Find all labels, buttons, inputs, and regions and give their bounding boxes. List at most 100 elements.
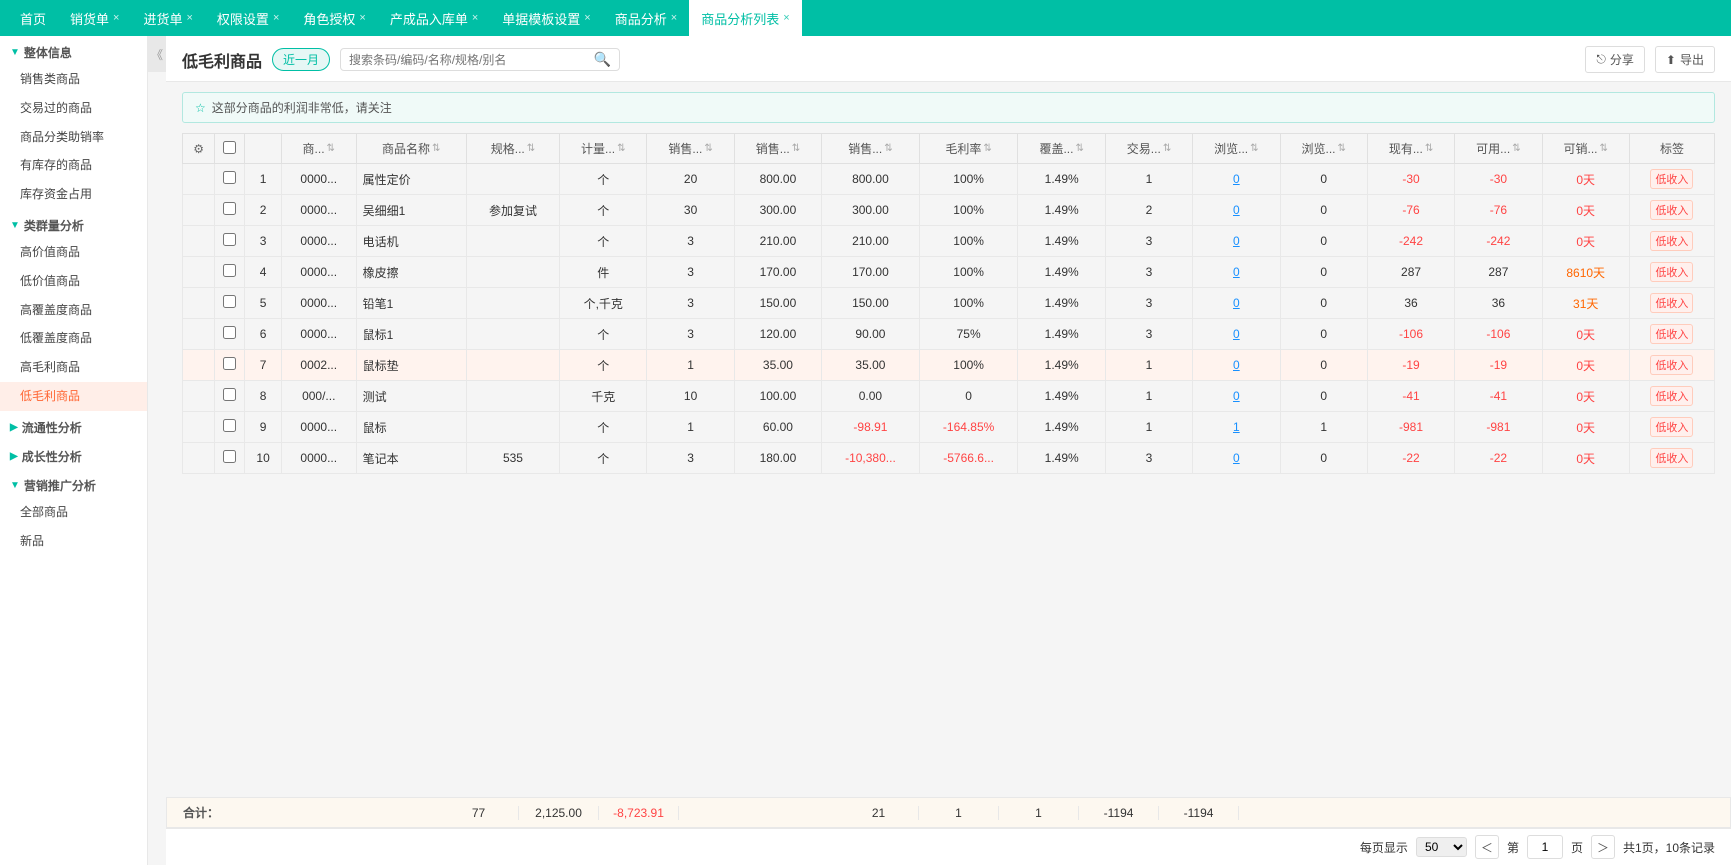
close-icon[interactable]: × (359, 12, 365, 24)
per-page-select[interactable]: 50 100 200 (1416, 837, 1467, 857)
share-button[interactable]: ⎋ 分享 (1585, 46, 1645, 73)
nav-product-analysis[interactable]: 商品分析× (603, 0, 689, 36)
sidebar-item-low-value[interactable]: 低价值商品 (0, 267, 147, 296)
nav-purchase-order[interactable]: 进货单× (131, 0, 204, 36)
next-page-button[interactable]: ＞ (1591, 835, 1615, 859)
export-button[interactable]: ⬆ 导出 (1655, 46, 1715, 73)
th-browse2[interactable]: 浏览...⇅ (1280, 134, 1367, 164)
th-unit[interactable]: 计量...⇅ (560, 134, 647, 164)
row-browse1[interactable]: 0 (1193, 195, 1280, 226)
sidebar-item-stock-goods[interactable]: 有库存的商品 (0, 151, 147, 180)
select-all-checkbox[interactable] (223, 141, 236, 154)
th-available[interactable]: 可用...⇅ (1455, 134, 1542, 164)
row-browse1[interactable]: 0 (1193, 164, 1280, 195)
nav-permission[interactable]: 权限设置× (205, 0, 291, 36)
sidebar-item-high-profit[interactable]: 高毛利商品 (0, 353, 147, 382)
th-sales-gross[interactable]: 销售...⇅ (822, 134, 920, 164)
th-trade-count[interactable]: 交易...⇅ (1105, 134, 1192, 164)
row-checkbox[interactable] (215, 164, 245, 195)
th-gross-rate[interactable]: 毛利率⇅ (919, 134, 1018, 164)
th-browse1[interactable]: 浏览...⇅ (1193, 134, 1280, 164)
sidebar-item-sales-goods[interactable]: 销售类商品 (0, 65, 147, 94)
close-icon[interactable]: × (671, 12, 677, 24)
row-checkbox[interactable] (215, 288, 245, 319)
sidebar-item-all-goods[interactable]: 全部商品 (0, 498, 147, 527)
sidebar-section-growth[interactable]: ▶ 成长性分析 (0, 440, 147, 469)
row-unit: 个 (560, 226, 647, 257)
row-checkbox-input[interactable] (223, 357, 236, 370)
filter-recent-month-button[interactable]: 近一月 (272, 48, 330, 71)
row-checkbox[interactable] (215, 350, 245, 381)
row-browse1[interactable]: 0 (1193, 288, 1280, 319)
row-checkbox[interactable] (215, 381, 245, 412)
search-icon[interactable]: 🔍 (594, 51, 611, 68)
row-checkbox[interactable] (215, 257, 245, 288)
th-current-stock[interactable]: 现有...⇅ (1367, 134, 1454, 164)
row-checkbox[interactable] (215, 412, 245, 443)
close-icon[interactable]: × (783, 12, 789, 24)
th-code[interactable]: 商...⇅ (281, 134, 356, 164)
sidebar-item-stock-capital[interactable]: 库存资金占用 (0, 180, 147, 209)
th-checkbox[interactable] (215, 134, 245, 164)
sidebar-item-low-profit[interactable]: 低毛利商品 (0, 382, 147, 411)
row-browse1[interactable]: 1 (1193, 412, 1280, 443)
nav-home[interactable]: 首页 (8, 0, 58, 36)
nav-finished-goods[interactable]: 产成品入库单× (378, 0, 490, 36)
sidebar-item-high-value[interactable]: 高价值商品 (0, 238, 147, 267)
close-icon[interactable]: × (273, 12, 279, 24)
nav-role-auth[interactable]: 角色授权× (291, 0, 377, 36)
th-settings[interactable]: ⚙ (183, 134, 215, 164)
sidebar-item-high-coverage[interactable]: 高覆盖度商品 (0, 296, 147, 325)
th-spec[interactable]: 规格...⇅ (466, 134, 559, 164)
close-icon[interactable]: × (472, 12, 478, 24)
th-seq (245, 134, 282, 164)
sidebar-section-overall[interactable]: ▼ 整体信息 (0, 36, 147, 65)
row-checkbox-input[interactable] (223, 264, 236, 277)
row-checkbox-input[interactable] (223, 419, 236, 432)
close-icon[interactable]: × (186, 12, 192, 24)
page-number-input[interactable] (1527, 835, 1563, 859)
row-unit: 件 (560, 257, 647, 288)
row-checkbox[interactable] (215, 443, 245, 474)
row-checkbox-input[interactable] (223, 326, 236, 339)
row-checkbox[interactable] (215, 226, 245, 257)
sidebar-item-category-sales-rate[interactable]: 商品分类助销率 (0, 123, 147, 152)
row-checkbox-input[interactable] (223, 295, 236, 308)
sidebar-item-traded-goods[interactable]: 交易过的商品 (0, 94, 147, 123)
row-num: 8 (245, 381, 282, 412)
sidebar-item-new-goods[interactable]: 新品 (0, 527, 147, 556)
row-browse1[interactable]: 0 (1193, 381, 1280, 412)
th-cover-rate[interactable]: 覆盖...⇅ (1018, 134, 1105, 164)
row-checkbox-input[interactable] (223, 450, 236, 463)
row-browse1[interactable]: 0 (1193, 319, 1280, 350)
nav-product-analysis-list[interactable]: 商品分析列表× (689, 0, 801, 36)
row-checkbox-input[interactable] (223, 171, 236, 184)
close-icon[interactable]: × (113, 12, 119, 24)
collapse-sidebar-button[interactable]: 《 (148, 36, 166, 72)
prev-page-button[interactable]: ＜ (1475, 835, 1499, 859)
nav-sales-order[interactable]: 销货单× (58, 0, 131, 36)
row-checkbox-input[interactable] (223, 233, 236, 246)
th-sales-qty[interactable]: 销售...⇅ (647, 134, 734, 164)
sidebar-section-flow[interactable]: ▶ 流通性分析 (0, 411, 147, 440)
close-icon[interactable]: × (584, 12, 590, 24)
row-browse1[interactable]: 0 (1193, 226, 1280, 257)
page-suffix: 页 (1571, 839, 1583, 856)
row-browse1[interactable]: 0 (1193, 350, 1280, 381)
row-checkbox[interactable] (215, 319, 245, 350)
sidebar-section-cluster[interactable]: ▼ 类群量分析 (0, 209, 147, 238)
sidebar-item-low-coverage[interactable]: 低覆盖度商品 (0, 324, 147, 353)
row-checkbox-input[interactable] (223, 388, 236, 401)
search-input[interactable] (349, 53, 594, 67)
th-name[interactable]: 商品名称⇅ (356, 134, 466, 164)
sidebar: ▼ 整体信息 销售类商品 交易过的商品 商品分类助销率 有库存的商品 库存资金占… (0, 36, 148, 865)
th-sales-price[interactable]: 销售...⇅ (734, 134, 821, 164)
sidebar-section-marketing[interactable]: ▼ 营销推广分析 (0, 469, 147, 498)
row-browse1[interactable]: 0 (1193, 257, 1280, 288)
row-browse1[interactable]: 0 (1193, 443, 1280, 474)
settings-icon[interactable]: ⚙ (193, 142, 204, 156)
row-checkbox[interactable] (215, 195, 245, 226)
th-saleable[interactable]: 可销...⇅ (1542, 134, 1629, 164)
nav-template-settings[interactable]: 单据模板设置× (490, 0, 602, 36)
row-checkbox-input[interactable] (223, 202, 236, 215)
